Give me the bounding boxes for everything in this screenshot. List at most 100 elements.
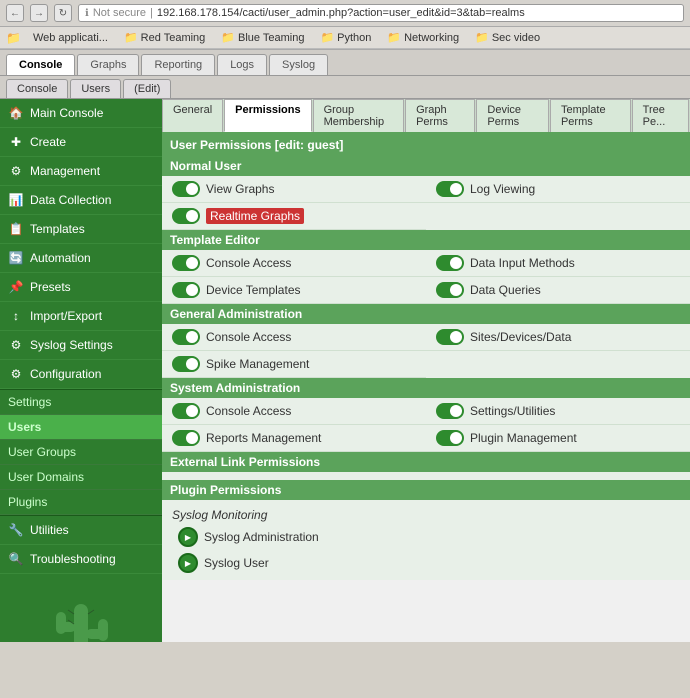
back-button[interactable]: ← [6,4,24,22]
sidebar-item-utilities[interactable]: 🔧 Utilities [0,516,162,545]
browser-tabs: Console Graphs Reporting Logs Syslog [0,50,690,76]
perm-settings-utilities[interactable]: Settings/Utilities [426,398,690,425]
perm-tab-group-membership[interactable]: Group Membership [313,99,405,132]
normal-user-perms: View Graphs Log Viewing Realtime Graphs [162,176,690,230]
toggle-sites-devices[interactable] [436,329,464,345]
perm-tab-device-perms[interactable]: Device Perms [476,99,549,132]
perm-data-queries[interactable]: Data Queries [426,277,690,304]
perm-ga-console[interactable]: Console Access [162,324,426,351]
label-realtime-graphs: Realtime Graphs [206,208,304,224]
perm-tab-permissions[interactable]: Permissions [224,99,311,132]
perm-reports-management[interactable]: Reports Management [162,425,426,452]
tab-logs[interactable]: Logs [217,54,267,75]
perm-syslog-user[interactable]: Syslog User [172,550,680,576]
perm-view-graphs[interactable]: View Graphs [162,176,426,203]
tab-syslog[interactable]: Syslog [269,54,328,75]
tab-reporting[interactable]: Reporting [141,54,215,75]
perm-spike-management[interactable]: Spike Management [162,351,426,378]
tab-console[interactable]: Console [6,54,75,75]
toggle-reports-management[interactable] [172,430,200,446]
label-device-templates: Device Templates [206,283,301,297]
label-sites-devices: Sites/Devices/Data [470,330,571,344]
perm-syslog-admin[interactable]: Syslog Administration [172,524,680,550]
toggle-te-console[interactable] [172,255,200,271]
toggle-realtime-graphs[interactable] [172,208,200,224]
sidebar-item-users[interactable]: Users [0,415,162,440]
toggle-plugin-management[interactable] [436,430,464,446]
section-template-editor: Template Editor [162,230,690,250]
perm-plugin-management[interactable]: Plugin Management [426,425,690,452]
toggle-ga-console[interactable] [172,329,200,345]
sidebar-item-syslog-settings[interactable]: ⚙ Syslog Settings [0,331,162,360]
toggle-data-input[interactable] [436,255,464,271]
toggle-log-viewing[interactable] [436,181,464,197]
sidebar-item-presets[interactable]: 📌 Presets [0,273,162,302]
perm-tab-graph-perms[interactable]: Graph Perms [405,99,475,132]
sidebar-item-troubleshooting[interactable]: 🔍 Troubleshooting [0,545,162,574]
external-link-empty [162,472,690,480]
bookmark-red-teaming[interactable]: 📁 Red Teaming [120,30,209,45]
sidebar-item-main-console[interactable]: 🏠 Main Console [0,99,162,128]
sidebar-item-configuration[interactable]: ⚙ Configuration [0,360,162,389]
perm-tab-general[interactable]: General [162,99,223,132]
toggle-sa-console[interactable] [172,403,200,419]
sub-tab-console[interactable]: Console [6,79,68,98]
bookmark-python[interactable]: 📁 Python [316,30,375,45]
sidebar-item-user-groups[interactable]: User Groups [0,440,162,465]
sidebar-item-data-collection[interactable]: 📊 Data Collection [0,186,162,215]
management-icon: ⚙ [8,163,24,179]
cactus-logo [46,584,116,642]
sub-tab-users[interactable]: Users [70,79,121,98]
perm-log-viewing[interactable]: Log Viewing [426,176,690,203]
general-admin-perms: Console Access Sites/Devices/Data Spike … [162,324,690,378]
sidebar-item-create[interactable]: ✚ Create [0,128,162,157]
section-system-admin: System Administration [162,378,690,398]
label-ga-console: Console Access [206,330,291,344]
plugin-title-syslog: Syslog Monitoring [172,504,680,524]
label-view-graphs: View Graphs [206,182,274,196]
label-settings-utilities: Settings/Utilities [470,404,555,418]
address-text: 192.168.178.154/cacti/user_admin.php?act… [157,7,525,19]
perm-data-input[interactable]: Data Input Methods [426,250,690,277]
main-console-icon: 🏠 [8,105,24,121]
perm-realtime-graphs[interactable]: Realtime Graphs [162,203,426,230]
perm-device-templates[interactable]: Device Templates [162,277,426,304]
perm-sa-console[interactable]: Console Access [162,398,426,425]
forward-button[interactable]: → [30,4,48,22]
sidebar-item-automation[interactable]: 🔄 Automation [0,244,162,273]
bookmark-sec-video[interactable]: 📁 Sec video [471,30,544,45]
perm-sites-devices[interactable]: Sites/Devices/Data [426,324,690,351]
toggle-data-queries[interactable] [436,282,464,298]
sidebar-item-plugins[interactable]: Plugins [0,490,162,515]
sidebar-item-settings[interactable]: Settings [0,390,162,415]
sidebar-item-templates[interactable]: 📋 Templates [0,215,162,244]
template-editor-perms: Console Access Data Input Methods Device… [162,250,690,304]
label-syslog-user: Syslog User [204,556,269,570]
toggle-device-templates[interactable] [172,282,200,298]
toggle-view-graphs[interactable] [172,181,200,197]
toggle-settings-utilities[interactable] [436,403,464,419]
sub-tab-edit[interactable]: (Edit) [123,79,171,98]
tab-graphs[interactable]: Graphs [77,54,139,75]
label-data-queries: Data Queries [470,283,541,297]
circle-icon-syslog-admin [178,527,198,547]
content-area: General Permissions Group Membership Gra… [162,99,690,642]
bookmark-web[interactable]: Web applicati... [29,31,112,45]
bookmark-blue-teaming[interactable]: 📁 Blue Teaming [217,30,308,45]
sidebar-item-user-domains[interactable]: User Domains [0,465,162,490]
refresh-button[interactable]: ↻ [54,4,72,22]
section-normal-user: Normal User [162,156,690,176]
perm-tab-template-perms[interactable]: Template Perms [550,99,631,132]
sidebar-item-management[interactable]: ⚙ Management [0,157,162,186]
sidebar-item-import-export[interactable]: ↕ Import/Export [0,302,162,331]
label-data-input: Data Input Methods [470,256,575,270]
system-admin-perms: Console Access Settings/Utilities Report… [162,398,690,452]
bookmark-networking[interactable]: 📁 Networking [383,30,463,45]
utilities-icon: 🔧 [8,522,24,538]
security-icon: ℹ [85,8,89,19]
address-bar[interactable]: ℹ Not secure | 192.168.178.154/cacti/use… [78,4,684,22]
perm-tab-tree-perms[interactable]: Tree Pe... [632,99,689,132]
perm-te-console[interactable]: Console Access [162,250,426,277]
label-reports-management: Reports Management [206,431,321,445]
toggle-spike-management[interactable] [172,356,200,372]
